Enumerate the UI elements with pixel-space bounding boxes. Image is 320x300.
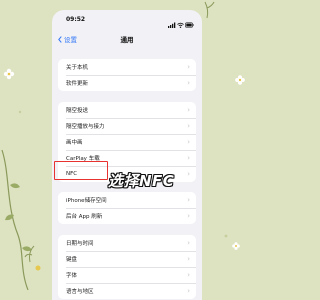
twig-top-decoration <box>204 1 215 19</box>
chevron-right-icon: › <box>187 121 190 130</box>
flower-right-decoration <box>235 75 245 85</box>
signal-icon <box>168 22 176 28</box>
status-time: 09:52 <box>66 16 86 23</box>
settings-row-background-app-refresh[interactable]: 后台 App 刷新 › <box>58 208 196 224</box>
nfc-highlight-box <box>54 161 108 180</box>
chevron-right-icon: › <box>187 62 190 71</box>
chevron-right-icon: › <box>187 153 190 162</box>
row-label: 字体 <box>66 273 78 279</box>
chevron-right-icon: › <box>187 195 190 204</box>
flower-small-decoration <box>232 242 240 250</box>
row-label: iPhone储存空间 <box>66 198 107 204</box>
settings-row-software-update[interactable]: 软件更新 › <box>58 75 196 91</box>
settings-row-fonts[interactable]: 字体 › <box>58 267 196 283</box>
chevron-right-icon: › <box>187 78 190 87</box>
settings-group-about: 关于本机 › 软件更新 › <box>58 59 196 91</box>
row-label: 键盘 <box>66 257 78 263</box>
page-title: 通用 <box>120 36 134 44</box>
settings-row-date-time[interactable]: 日期与时间 › <box>58 235 196 251</box>
select-nfc-callout: 选择NFC <box>108 172 175 190</box>
settings-row-keyboard[interactable]: 键盘 › <box>58 251 196 267</box>
flower-left-decoration <box>3 68 15 80</box>
row-label: 关于本机 <box>66 65 89 71</box>
settings-group-storage: iPhone储存空间 › 后台 App 刷新 › <box>58 192 196 224</box>
row-label: 语言与地区 <box>66 289 94 295</box>
settings-row-about[interactable]: 关于本机 › <box>58 59 196 75</box>
row-label: 后台 App 刷新 <box>66 214 103 220</box>
phone-screen: 09:52 设置 通用 关于本机 › 软件更新 › 隔空投送 › 隔空播放与接力… <box>52 10 202 300</box>
chevron-right-icon: › <box>187 137 190 146</box>
settings-group-locale: 日期与时间 › 键盘 › 字体 › 语言与地区 › <box>58 235 196 299</box>
settings-row-iphone-storage[interactable]: iPhone储存空间 › <box>58 192 196 208</box>
settings-row-language-region[interactable]: 语言与地区 › <box>58 283 196 299</box>
chevron-right-icon: › <box>187 286 190 295</box>
row-label: 日期与时间 <box>66 241 94 247</box>
status-icons <box>168 14 194 33</box>
chevron-right-icon: › <box>187 169 190 178</box>
row-label: 软件更新 <box>66 81 89 87</box>
chevron-right-icon: › <box>187 105 190 114</box>
chevron-right-icon: › <box>187 211 190 220</box>
battery-icon <box>185 22 194 28</box>
settings-row-picture-in-picture[interactable]: 画中画 › <box>58 134 196 150</box>
settings-row-airplay-handoff[interactable]: 隔空播放与接力 › <box>58 118 196 134</box>
row-label: 隔空投送 <box>66 108 89 114</box>
chevron-right-icon: › <box>187 270 190 279</box>
chevron-right-icon: › <box>187 254 190 263</box>
wifi-icon <box>177 22 184 27</box>
row-label: 画中画 <box>66 140 83 146</box>
row-label: 隔空播放与接力 <box>66 124 105 130</box>
settings-row-airdrop[interactable]: 隔空投送 › <box>58 102 196 118</box>
chevron-right-icon: › <box>187 238 190 247</box>
berry-decoration <box>35 265 41 271</box>
